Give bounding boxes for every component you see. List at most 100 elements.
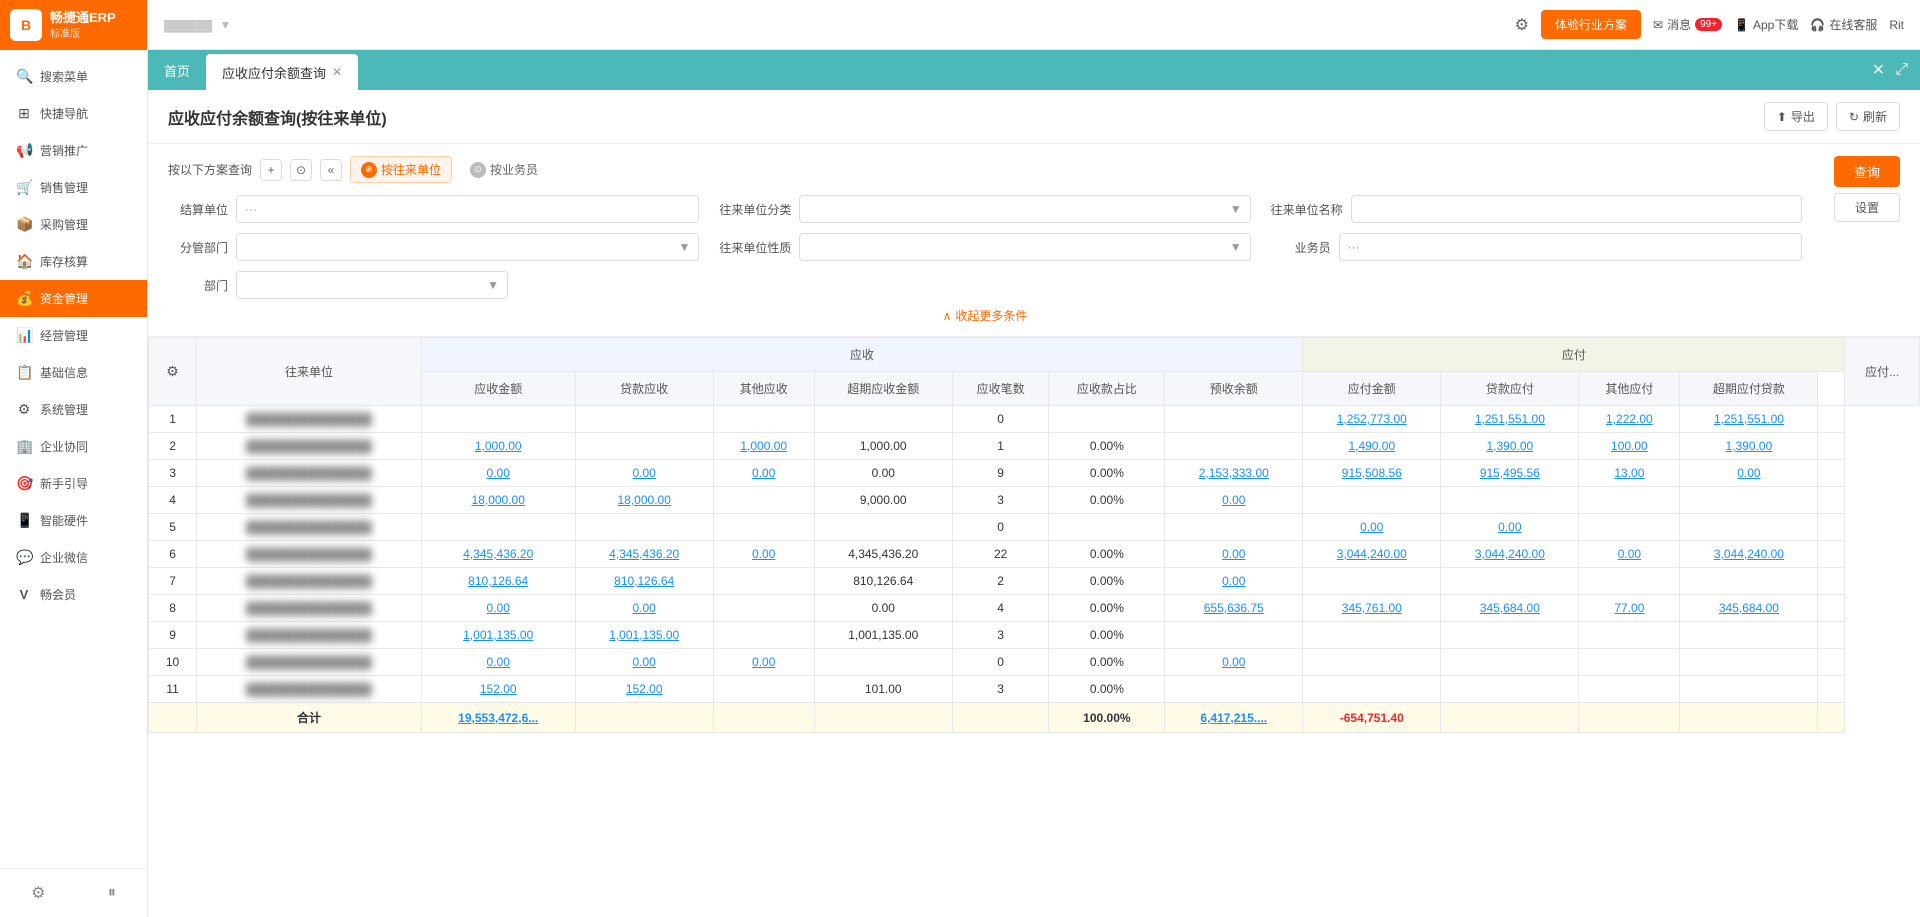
table-cell[interactable]: 4	[952, 595, 1049, 622]
sidebar-item-member[interactable]: V 畅会员	[0, 576, 147, 613]
table-cell[interactable]: 810,126.64	[575, 568, 713, 595]
table-cell[interactable]: 0.00%	[1049, 622, 1165, 649]
gear-icon[interactable]: ⚙	[1515, 15, 1529, 35]
table-cell[interactable]: 0.00	[575, 460, 713, 487]
sidebar-item-marketing[interactable]: 📢 营销推广	[0, 132, 147, 169]
table-cell[interactable]: 0.00	[421, 460, 575, 487]
sidebar-item-wechat[interactable]: 💬 企业微信	[0, 539, 147, 576]
table-cell[interactable]: 3	[952, 676, 1049, 703]
table-cell[interactable]: 0.00%	[1049, 595, 1165, 622]
table-cell[interactable]: 0.00	[575, 649, 713, 676]
table-cell[interactable]: 9,000.00	[814, 487, 952, 514]
table-cell[interactable]: 101.00	[814, 676, 952, 703]
table-cell[interactable]: 4	[149, 487, 197, 514]
scheme-by-salesman[interactable]: ⊙ 按业务员	[460, 157, 548, 182]
table-cell[interactable]: 10	[149, 649, 197, 676]
table-cell[interactable]: 9	[952, 460, 1049, 487]
table-cell[interactable]: 0.00%	[1049, 541, 1165, 568]
table-cell[interactable]: 1,001,135.00	[814, 622, 952, 649]
sidebar-item-quick[interactable]: ⊞ 快捷导航	[0, 95, 147, 132]
table-cell[interactable]: 0	[952, 406, 1049, 433]
scheme-by-partner[interactable]: ⊕ 按往来单位	[350, 156, 452, 183]
table-cell[interactable]: 152.00	[421, 676, 575, 703]
table-cell[interactable]: 7	[149, 568, 197, 595]
table-cell[interactable]: 1,000.00	[713, 433, 814, 460]
table-cell[interactable]: 0.00	[814, 595, 952, 622]
table-cell[interactable]: 0.00%	[1049, 487, 1165, 514]
table-cell[interactable]: 0.00	[713, 541, 814, 568]
table-cell[interactable]: 0.00	[1165, 541, 1303, 568]
table-cell[interactable]: 0.00%	[1049, 460, 1165, 487]
table-cell[interactable]: 2	[952, 568, 1049, 595]
table-cell[interactable]: 1,252,773.00	[1303, 406, 1441, 433]
message-btn[interactable]: ✉ 消息 99+	[1653, 16, 1722, 33]
tab-home[interactable]: 首页	[148, 50, 206, 90]
table-cell[interactable]: 3	[952, 487, 1049, 514]
table-cell[interactable]: 100.00	[1579, 433, 1680, 460]
sidebar-item-inventory[interactable]: 🏠 库存核算	[0, 243, 147, 280]
table-cell[interactable]: 0.00%	[1049, 649, 1165, 676]
table-cell[interactable]: 915,495.56	[1441, 460, 1579, 487]
table-cell[interactable]: 345,684.00	[1680, 595, 1818, 622]
table-cell[interactable]: 0	[952, 649, 1049, 676]
table-cell[interactable]: 3,044,240.00	[1303, 541, 1441, 568]
table-cell[interactable]: 5	[149, 514, 197, 541]
promo-button[interactable]: 体验行业方案	[1541, 10, 1641, 39]
sidebar-item-system[interactable]: ⚙ 系统管理	[0, 391, 147, 428]
collapse-more-button[interactable]: ∧ 收起更多条件	[168, 307, 1802, 324]
sidebar-item-purchase[interactable]: 📦 采购管理	[0, 206, 147, 243]
export-button[interactable]: ⬆ 导出	[1764, 102, 1828, 131]
table-cell[interactable]: 1,390.00	[1441, 433, 1579, 460]
table-cell[interactable]: 0.00	[421, 595, 575, 622]
table-cell[interactable]: 810,126.64	[421, 568, 575, 595]
table-cell[interactable]: 11	[149, 676, 197, 703]
sidebar-item-basic[interactable]: 📋 基础信息	[0, 354, 147, 391]
sidebar-item-fund[interactable]: 💰 资金管理	[0, 280, 147, 317]
tab-close-all-icon[interactable]: ✕	[1872, 60, 1885, 80]
table-cell[interactable]: 345,684.00	[1441, 595, 1579, 622]
filter-add-button[interactable]: +	[260, 159, 282, 181]
table-cell[interactable]: 0.00%	[1049, 676, 1165, 703]
table-cell[interactable]: 0.00	[1165, 568, 1303, 595]
table-cell[interactable]: 0.00	[1165, 487, 1303, 514]
table-cell[interactable]: 4,345,436.20	[575, 541, 713, 568]
table-cell[interactable]: 4,345,436.20	[421, 541, 575, 568]
sidebar-item-operation[interactable]: 📊 经营管理	[0, 317, 147, 354]
table-cell[interactable]: 0	[952, 514, 1049, 541]
sidebar-item-hardware[interactable]: 📱 智能硬件	[0, 502, 147, 539]
table-cell[interactable]: 1,222.00	[1579, 406, 1680, 433]
settlement-input[interactable]: ···	[236, 195, 699, 223]
tab-expand-icon[interactable]: ⤢	[1895, 61, 1908, 79]
table-cell[interactable]: 1,000.00	[421, 433, 575, 460]
table-cell[interactable]: 345,761.00	[1303, 595, 1441, 622]
sidebar-item-guide[interactable]: 🎯 新手引导	[0, 465, 147, 502]
table-cell[interactable]: 1	[149, 406, 197, 433]
table-cell[interactable]: 0.00	[575, 595, 713, 622]
service-btn[interactable]: 🎧 在线客服	[1810, 16, 1877, 33]
table-cell[interactable]: 77.00	[1579, 595, 1680, 622]
table-cell[interactable]: 0.00	[1303, 514, 1441, 541]
sidebar-item-corp[interactable]: 🏢 企业协同	[0, 428, 147, 465]
partner-name-input[interactable]	[1351, 195, 1802, 223]
table-cell[interactable]: 8	[149, 595, 197, 622]
filter-settings-button[interactable]: ⊙	[290, 159, 312, 181]
table-cell[interactable]: 18,000.00	[575, 487, 713, 514]
tab-arquery[interactable]: 应收应付余额查询 ✕	[206, 54, 358, 90]
table-cell[interactable]: 0.00	[1441, 514, 1579, 541]
table-cell[interactable]: 3	[952, 622, 1049, 649]
table-cell[interactable]: 0.00	[1680, 460, 1818, 487]
query-button[interactable]: 查询	[1834, 156, 1900, 187]
table-cell[interactable]: 2,153,333.00	[1165, 460, 1303, 487]
table-cell[interactable]: 18,000.00	[421, 487, 575, 514]
table-cell[interactable]: 22	[952, 541, 1049, 568]
table-cell[interactable]: 3,044,240.00	[1680, 541, 1818, 568]
filter-collapse-button[interactable]: «	[320, 159, 342, 181]
table-cell[interactable]: 915,508.56	[1303, 460, 1441, 487]
table-cell[interactable]: 1,490.00	[1303, 433, 1441, 460]
app-download-btn[interactable]: 📱 App下载	[1734, 16, 1798, 33]
table-cell[interactable]: 1,251,551.00	[1441, 406, 1579, 433]
table-cell[interactable]: 152.00	[575, 676, 713, 703]
table-cell[interactable]: 2	[149, 433, 197, 460]
sidebar-item-search[interactable]: 🔍 搜索菜单	[0, 58, 147, 95]
settings-button[interactable]: 设置	[1834, 193, 1900, 222]
